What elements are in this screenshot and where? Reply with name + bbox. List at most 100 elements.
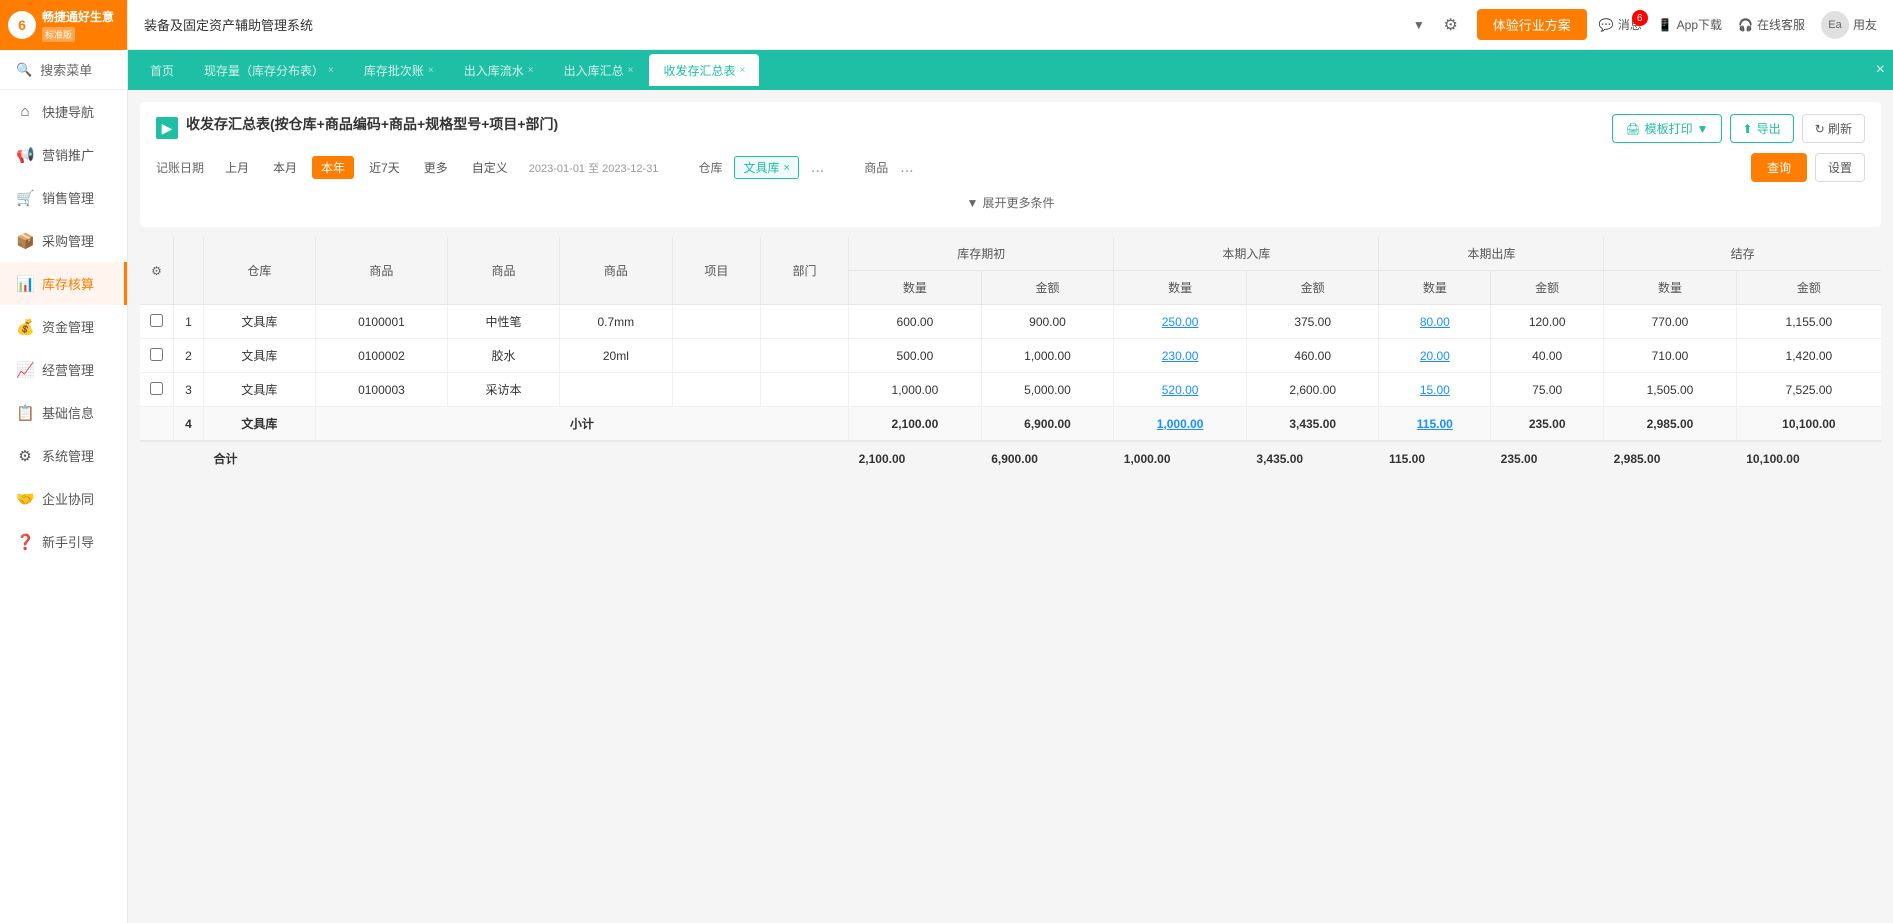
sidebar-item-sales[interactable]: 🛒 销售管理 bbox=[0, 176, 127, 219]
message-action[interactable]: 💬 消息 6 bbox=[1599, 16, 1642, 33]
sidebar-item-purchase[interactable]: 📦 采购管理 bbox=[0, 219, 127, 262]
warehouse-more[interactable]: ... bbox=[811, 159, 824, 177]
gear-button[interactable]: ⚙ bbox=[1437, 11, 1465, 39]
date-btn-custom[interactable]: 自定义 bbox=[463, 156, 517, 179]
row-bal-amt-0: 1,155.00 bbox=[1736, 305, 1881, 339]
date-btn-this-year[interactable]: 本年 bbox=[312, 156, 354, 179]
tab-inout-flow[interactable]: 出入库流水 × bbox=[450, 54, 548, 86]
col-in-amt: 金额 bbox=[1246, 271, 1379, 305]
tab-recv-send-summary[interactable]: 收发存汇总表 × bbox=[649, 54, 759, 86]
app-download-action[interactable]: 📱 App下载 bbox=[1658, 16, 1722, 33]
topbar-actions: 💬 消息 6 📱 App下载 🎧 在线客服 Ea 用友 bbox=[1599, 11, 1877, 39]
col-group-balance: 结存 bbox=[1604, 237, 1881, 271]
settings-filter-btn[interactable]: 设置 bbox=[1815, 153, 1865, 182]
sidebar-item-inventory[interactable]: 📊 库存核算 bbox=[0, 262, 127, 305]
total-in-amt: 3,435.00 bbox=[1246, 441, 1379, 475]
row-code-0: 0100001 bbox=[315, 305, 448, 339]
sidebar-item-marketing[interactable]: 📢 营销推广 bbox=[0, 133, 127, 176]
tab-close-batch-ledger[interactable]: × bbox=[428, 65, 434, 76]
data-table: ⚙ 仓库 商品 商品 商品 项目 部门 库存期初 本期入库 本期出库 结存 bbox=[140, 237, 1881, 475]
col-no-header bbox=[174, 237, 204, 305]
date-btn-this-month[interactable]: 本月 bbox=[264, 156, 306, 179]
row-warehouse-0: 文具库 bbox=[204, 305, 316, 339]
row-out-qty-0[interactable]: 80.00 bbox=[1379, 305, 1491, 339]
marketing-icon: 📢 bbox=[16, 146, 34, 164]
col-group-in: 本期入库 bbox=[1114, 237, 1379, 271]
row-bal-qty-0: 770.00 bbox=[1604, 305, 1737, 339]
sidebar-item-system[interactable]: ⚙ 系统管理 bbox=[0, 434, 127, 477]
sidebar: 6 畅捷通好生意 标准版 🔍 搜索菜单 ⌂ 快捷导航 📢 营销推广 🛒 销售管理… bbox=[0, 0, 128, 923]
row-project-1 bbox=[672, 339, 760, 373]
row-checkbox-1[interactable] bbox=[140, 339, 174, 373]
content-area: ▶ 收发存汇总表(按仓库+商品编码+商品+规格型号+项目+部门) 🖨 模板打印 … bbox=[128, 90, 1893, 923]
search-menu[interactable]: 🔍 搜索菜单 bbox=[0, 50, 127, 90]
row-name-0: 中性笔 bbox=[448, 305, 560, 339]
tab-close-inventory-dist[interactable]: × bbox=[328, 65, 334, 76]
user-action[interactable]: Ea 用友 bbox=[1821, 11, 1877, 39]
row-in-qty-0[interactable]: 250.00 bbox=[1114, 305, 1247, 339]
export-btn[interactable]: ⬆ 导出 bbox=[1730, 114, 1794, 143]
tab-close-inout-flow[interactable]: × bbox=[528, 65, 534, 76]
print-btn[interactable]: 🖨 模板打印 ▼ bbox=[1612, 114, 1721, 143]
sidebar-item-operations[interactable]: 📈 经营管理 bbox=[0, 348, 127, 391]
collapse-arrow-btn[interactable]: ▶ bbox=[156, 117, 178, 139]
query-btn[interactable]: 查询 bbox=[1751, 153, 1807, 182]
experience-btn[interactable]: 体验行业方案 bbox=[1477, 9, 1587, 40]
row-name-2: 采访本 bbox=[448, 373, 560, 407]
system-icon: ⚙ bbox=[16, 447, 34, 465]
row-bal-qty-1: 710.00 bbox=[1604, 339, 1737, 373]
warehouse-label: 仓库 bbox=[698, 159, 722, 176]
purchase-icon: 📦 bbox=[16, 232, 34, 250]
row-checkbox-0[interactable] bbox=[140, 305, 174, 339]
sidebar-item-guide[interactable]: ❓ 新手引导 bbox=[0, 520, 127, 563]
warehouse-tag-close[interactable]: × bbox=[783, 162, 789, 174]
tab-inout-summary[interactable]: 出入库汇总 × bbox=[550, 54, 648, 86]
system-dropdown[interactable]: ▼ bbox=[1413, 18, 1425, 32]
online-service-action[interactable]: 🎧 在线客服 bbox=[1738, 16, 1805, 33]
row-open-amt-1: 1,000.00 bbox=[981, 339, 1114, 373]
tab-close-inout-summary[interactable]: × bbox=[628, 65, 634, 76]
row-bal-qty-2: 1,505.00 bbox=[1604, 373, 1737, 407]
tab-batch-ledger[interactable]: 库存批次账 × bbox=[350, 54, 448, 86]
col-warehouse-header: 仓库 bbox=[204, 237, 316, 305]
export-icon: ⬆ bbox=[1743, 122, 1753, 136]
total-out-qty: 115.00 bbox=[1379, 441, 1491, 475]
col-open-amt: 金额 bbox=[981, 271, 1114, 305]
print-icon: 🖨 bbox=[1625, 122, 1640, 136]
table-settings-icon[interactable]: ⚙ bbox=[151, 264, 162, 278]
col-group-out: 本期出库 bbox=[1379, 237, 1604, 271]
row-out-amt-1: 40.00 bbox=[1491, 339, 1604, 373]
tab-close-recv-send-summary[interactable]: × bbox=[739, 65, 745, 76]
sidebar-item-basic-info[interactable]: 📋 基础信息 bbox=[0, 391, 127, 434]
total-bal-qty: 2,985.00 bbox=[1604, 441, 1737, 475]
row-checkbox-2[interactable] bbox=[140, 373, 174, 407]
row-no-1: 2 bbox=[174, 339, 204, 373]
col-dept-header: 部门 bbox=[760, 237, 848, 305]
tab-inventory-dist[interactable]: 现存量（库存分布表） × bbox=[190, 54, 348, 86]
sidebar-item-enterprise[interactable]: 🤝 企业协同 bbox=[0, 477, 127, 520]
expand-conditions-btn[interactable]: ▼ 展开更多条件 bbox=[967, 194, 1055, 211]
refresh-btn[interactable]: ↻ 刷新 bbox=[1802, 114, 1865, 143]
row-in-qty-2[interactable]: 520.00 bbox=[1114, 373, 1247, 407]
warehouse-tag: 文具库 × bbox=[734, 156, 798, 179]
row-out-amt-2: 75.00 bbox=[1491, 373, 1604, 407]
col-settings-header[interactable]: ⚙ bbox=[140, 237, 174, 305]
data-table-container: ⚙ 仓库 商品 商品 商品 项目 部门 库存期初 本期入库 本期出库 结存 bbox=[140, 237, 1881, 475]
row-out-qty-2[interactable]: 15.00 bbox=[1379, 373, 1491, 407]
goods-more[interactable]: ... bbox=[900, 159, 913, 177]
date-btn-7days[interactable]: 近7天 bbox=[360, 156, 409, 179]
main-area: 装备及固定资产辅助管理系统 ▼ ⚙ 体验行业方案 💬 消息 6 📱 App下载 … bbox=[128, 0, 1893, 923]
page-header-section: ▶ 收发存汇总表(按仓库+商品编码+商品+规格型号+项目+部门) 🖨 模板打印 … bbox=[140, 102, 1881, 227]
row-in-qty-1[interactable]: 230.00 bbox=[1114, 339, 1247, 373]
sidebar-item-quick-nav[interactable]: ⌂ 快捷导航 bbox=[0, 90, 127, 133]
sidebar-item-finance[interactable]: 💰 资金管理 bbox=[0, 305, 127, 348]
date-btn-more[interactable]: 更多 bbox=[415, 156, 457, 179]
close-all-tabs[interactable]: × bbox=[1876, 61, 1885, 79]
row-out-qty-1[interactable]: 20.00 bbox=[1379, 339, 1491, 373]
date-btn-last-month[interactable]: 上月 bbox=[216, 156, 258, 179]
tab-home[interactable]: 首页 bbox=[136, 54, 188, 86]
refresh-icon: ↻ bbox=[1815, 122, 1825, 136]
col-in-qty: 数量 bbox=[1114, 271, 1247, 305]
table-row: 2 文具库 0100002 胶水 20ml 500.00 1,000.00 23… bbox=[140, 339, 1881, 373]
row-dept-1 bbox=[760, 339, 848, 373]
